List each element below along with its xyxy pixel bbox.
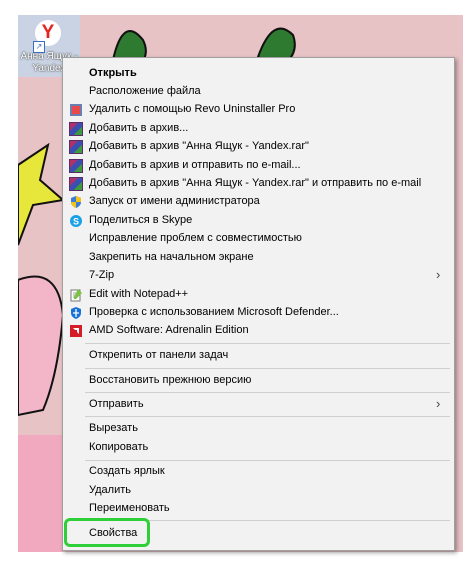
menu-item-cut[interactable]: Вырезать	[63, 420, 454, 438]
menu-item-run-as-admin[interactable]: Запуск от имени администратора	[63, 193, 454, 211]
menu-item-label: Добавить в архив...	[89, 122, 189, 134]
menu-item-label: Добавить в архив и отправить по e-mail..…	[89, 159, 301, 171]
menu-item-amd-software[interactable]: AMD Software: Adrenalin Edition	[63, 322, 454, 340]
menu-item-compatibility[interactable]: Исправление проблем с совместимостью	[63, 230, 454, 248]
menu-item-label: 7-Zip	[89, 269, 115, 281]
menu-item-send-to[interactable]: Отправить ›	[63, 396, 454, 414]
amd-icon	[70, 325, 82, 337]
menu-separator	[85, 368, 450, 369]
menu-item-pin-start[interactable]: Закрепить на начальном экране	[63, 249, 454, 267]
menu-separator	[85, 343, 450, 344]
menu-item-label: Удалить с помощью Revo Uninstaller Pro	[89, 103, 296, 115]
menu-item-defender-scan[interactable]: Проверка с использованием Microsoft Defe…	[63, 304, 454, 322]
menu-item-notepadpp[interactable]: Edit with Notepad++	[63, 286, 454, 304]
menu-item-copy[interactable]: Копировать	[63, 439, 454, 457]
menu-item-label: Отправить	[89, 398, 144, 410]
notepadpp-icon	[70, 289, 82, 302]
chevron-right-icon: ›	[436, 396, 441, 411]
menu-item-label: Удалить	[89, 484, 131, 496]
winrar-icon	[69, 122, 83, 136]
menu-item-label: Исправление проблем с совместимостью	[89, 232, 302, 244]
menu-item-add-archive[interactable]: Добавить в архив...	[63, 120, 454, 138]
menu-item-label: Проверка с использованием Microsoft Defe…	[89, 306, 339, 318]
highlight-frame	[64, 518, 150, 547]
menu-item-rename[interactable]: Переименовать	[63, 500, 454, 518]
menu-item-revo-uninstall[interactable]: Удалить с помощью Revo Uninstaller Pro	[63, 101, 454, 119]
yellow-star	[18, 142, 66, 246]
menu-item-unpin-taskbar[interactable]: Открепить от панели задач	[63, 347, 454, 365]
winrar-icon	[69, 140, 83, 154]
menu-item-label: Поделиться в Skype	[89, 214, 193, 226]
menu-item-restore-version[interactable]: Восстановить прежнюю версию	[63, 372, 454, 390]
menu-item-label: Переименовать	[89, 502, 170, 514]
menu-item-add-archive-rar-email[interactable]: Добавить в архив "Анна Ящук - Yandex.rar…	[63, 175, 454, 193]
menu-separator	[85, 460, 450, 461]
menu-separator	[85, 416, 450, 417]
menu-item-add-archive-email[interactable]: Добавить в архив и отправить по e-mail..…	[63, 157, 454, 175]
menu-item-label: Добавить в архив "Анна Ящук - Yandex.rar…	[89, 177, 422, 189]
svg-text:S: S	[73, 217, 79, 227]
menu-item-label: Создать ярлык	[89, 465, 165, 477]
menu-item-label: Запуск от имени администратора	[89, 195, 260, 207]
menu-item-label: Edit with Notepad++	[89, 288, 189, 300]
menu-separator	[85, 392, 450, 393]
menu-item-label: Открыть	[89, 67, 137, 79]
uac-shield-icon	[71, 196, 81, 208]
revo-uninstaller-icon	[70, 104, 82, 116]
menu-item-label: Закрепить на начальном экране	[89, 251, 254, 263]
winrar-icon	[69, 159, 83, 173]
menu-item-share-skype[interactable]: S Поделиться в Skype	[63, 212, 454, 230]
menu-item-create-shortcut[interactable]: Создать ярлык	[63, 463, 454, 481]
menu-item-open[interactable]: Открыть	[63, 65, 454, 83]
pink-bottom	[18, 435, 63, 552]
chevron-right-icon: ›	[436, 267, 441, 282]
menu-item-delete[interactable]: Удалить	[63, 482, 454, 500]
menu-item-label: Восстановить прежнюю версию	[89, 374, 252, 386]
menu-item-label: Расположение файла	[89, 85, 201, 97]
menu-item-add-archive-rar[interactable]: Добавить в архив "Анна Ящук - Yandex.rar…	[63, 138, 454, 156]
defender-icon	[71, 307, 81, 319]
menu-item-label: Копировать	[89, 441, 149, 453]
winrar-icon	[69, 177, 83, 191]
menu-item-label: Вырезать	[89, 422, 138, 434]
skype-icon: S	[70, 215, 82, 227]
menu-item-7zip[interactable]: 7-Zip ›	[63, 267, 454, 285]
menu-item-label: Добавить в архив "Анна Ящук - Yandex.rar…	[89, 140, 309, 152]
context-menu: Открыть Расположение файла Удалить с пом…	[62, 57, 455, 551]
menu-item-label: AMD Software: Adrenalin Edition	[89, 324, 249, 336]
menu-item-label: Открепить от панели задач	[89, 349, 229, 361]
pink-shape	[18, 275, 65, 417]
menu-item-file-location[interactable]: Расположение файла	[63, 83, 454, 101]
